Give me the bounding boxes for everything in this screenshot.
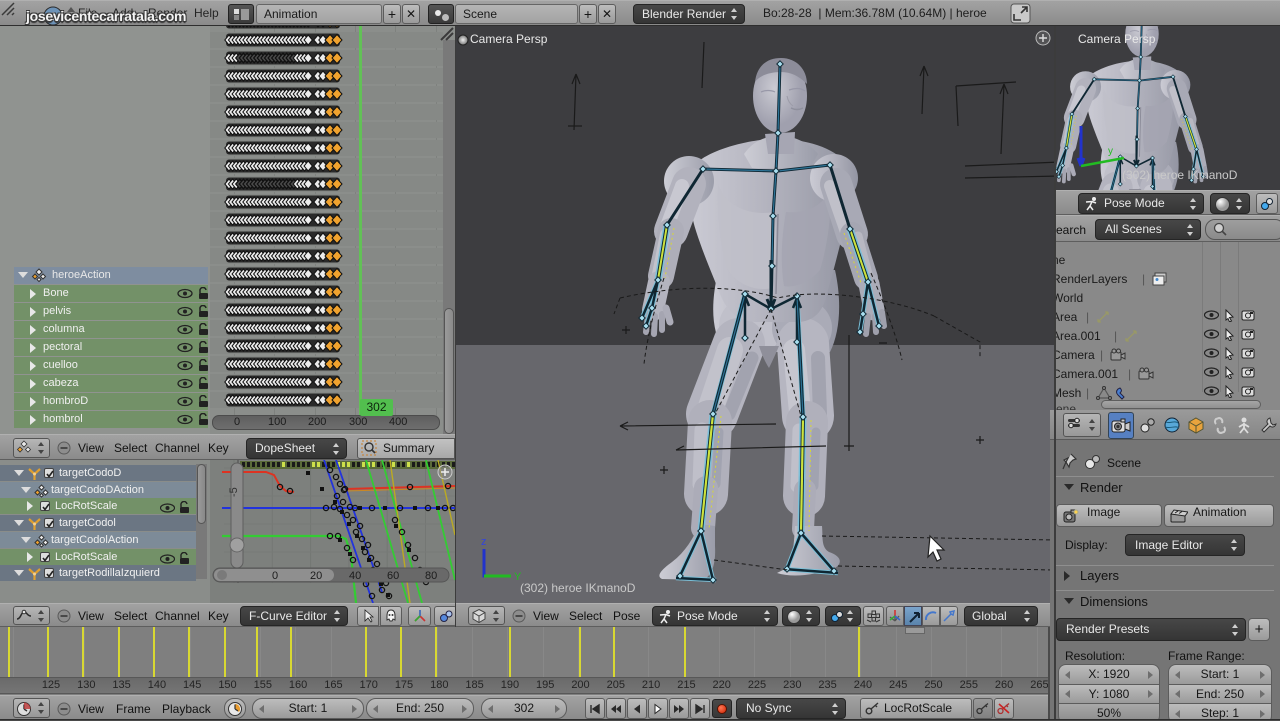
svg-text:80: 80 bbox=[425, 570, 437, 582]
svg-text:y: y bbox=[1108, 146, 1113, 157]
svg-text:20: 20 bbox=[310, 570, 322, 582]
svg-text:60: 60 bbox=[387, 570, 399, 582]
svg-text:0: 0 bbox=[272, 570, 278, 582]
svg-text:-5: -5 bbox=[228, 487, 240, 497]
svg-text:z: z bbox=[481, 536, 487, 548]
svg-text:40: 40 bbox=[349, 570, 361, 582]
